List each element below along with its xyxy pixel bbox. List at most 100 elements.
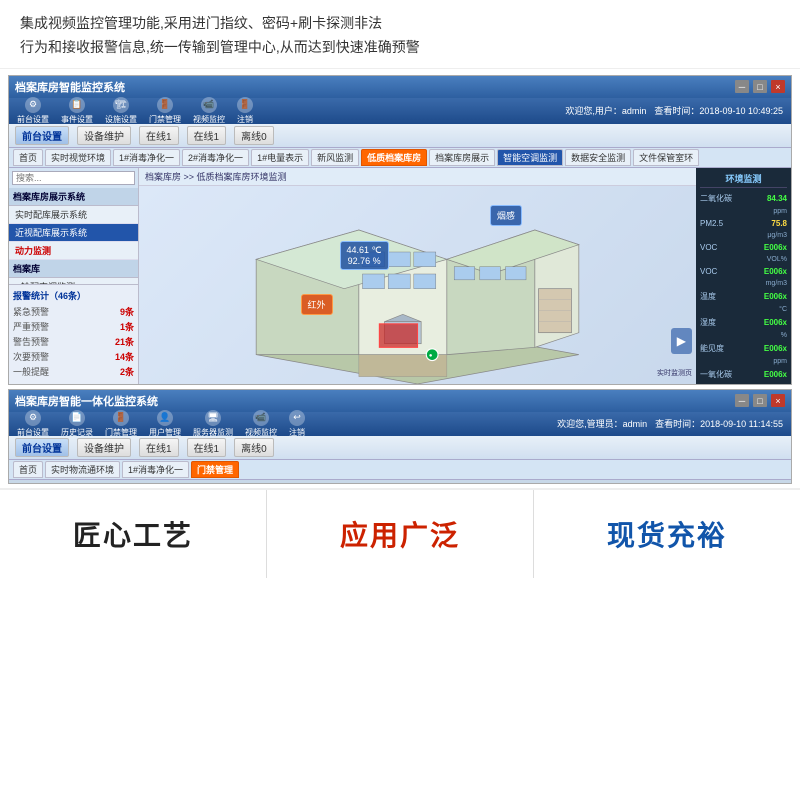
banner-text-1: 匠心工艺 (73, 514, 193, 554)
nav-ventilation[interactable]: 新风监测 (311, 149, 359, 166)
history-btn[interactable]: 📄 历史记录 (61, 410, 93, 438)
alarm-minor: 次要预警 14条 (13, 350, 134, 363)
env-panel-title: 环境监测 (700, 172, 787, 188)
logout-btn[interactable]: 🚪 注销 (237, 97, 253, 125)
banner-text-2: 应用广泛 (340, 514, 460, 554)
sidebar-item-realtime[interactable]: 实时配库展示系统 (9, 206, 138, 224)
window1-title: 档案库房智能监控系统 (15, 79, 125, 95)
software-window-1: 档案库房智能监控系统 ─ □ × ⚙ 前台设置 📋 事件设置 🏗 设施设置 🚪 … (8, 75, 792, 385)
nav-data-safe[interactable]: 数据安全监测 (565, 149, 631, 166)
env-co2: 二氧化碳 84.34 (700, 192, 787, 205)
facility-icon: 🏗 (113, 97, 129, 113)
env-pm25: PM2.5 75.8 (700, 218, 787, 229)
server-btn[interactable]: 🖥 服务器监测 (193, 410, 233, 438)
nav-archive-show[interactable]: 档案库房展示 (429, 149, 495, 166)
config-btn-2[interactable]: ⚙ 前台设置 (17, 410, 49, 438)
nav2-door[interactable]: 门禁管理 (191, 461, 239, 478)
close-btn[interactable]: × (771, 80, 785, 93)
win2-controls: ─ □ × (735, 394, 785, 407)
breadcrumb: 档案库房 >> 低质档案库房环境监测 (139, 168, 696, 186)
tab2-online1[interactable]: 在线1 (139, 438, 179, 457)
welcome-text: 欢迎您,用户：admin (565, 104, 646, 117)
tab-device[interactable]: 设备维护 (77, 126, 131, 145)
server-icon: 🖥 (205, 410, 221, 426)
tab2-offline[interactable]: 离线0 (234, 438, 274, 457)
env-humidity: 湿度 E006x (700, 316, 787, 329)
logout-icon: 🚪 (237, 97, 253, 113)
gear-icon: ⚙ (25, 97, 41, 113)
tab-online2[interactable]: 在线1 (187, 126, 227, 145)
nav2-disinfect[interactable]: 1#消毒净化一 (122, 461, 189, 478)
toolbar2-left: ⚙ 前台设置 📄 历史记录 🚪 门禁管理 👤 用户管理 🖥 服务器监测 📹 (17, 410, 305, 438)
welcome-text-2: 欢迎您,管理员：admin (557, 417, 647, 430)
banner-text-3: 现货充裕 (607, 514, 727, 554)
nav-archive-low[interactable]: 低质档案库房 (361, 149, 427, 166)
env-humidity-unit: % (700, 332, 787, 339)
user-btn[interactable]: 👤 用户管理 (149, 410, 181, 438)
top-toolbar-1: ⚙ 前台设置 📋 事件设置 🏗 设施设置 🚪 门禁管理 📹 视频监控 🚪 (9, 98, 791, 124)
env-voc2-unit: mg/m3 (700, 280, 787, 287)
next-page-btn[interactable]: ▶ (671, 328, 692, 354)
sensor-temp-humidity[interactable]: 44.61 ℃ 92.76 % (340, 241, 389, 270)
door-btn[interactable]: 🚪 门禁管理 (149, 97, 181, 125)
maximize-btn[interactable]: □ (753, 80, 767, 93)
nav-realtime[interactable]: 实时视觉环境 (45, 149, 111, 166)
tabs-toolbar: 前台设置 设备维护 在线1 在线1 离线0 (9, 124, 791, 148)
nav2-realtime[interactable]: 实时物流通环境 (45, 461, 120, 478)
nav-file-room[interactable]: 文件保管室环 (633, 149, 699, 166)
desc-line2: 行为和接收报警信息,统一传输到管理中心,从而达到快速准确预警 (20, 36, 780, 60)
history-icon: 📄 (69, 410, 85, 426)
alarm-severe: 严重预警 1条 (13, 320, 134, 333)
bottom-banner: 匠心工艺 应用广泛 现货充裕 (0, 488, 800, 578)
logout-icon-2: ↩ (289, 410, 305, 426)
building-3d-svg: ● (139, 186, 696, 384)
tab-offline[interactable]: 离线0 (234, 126, 274, 145)
window2-title: 档案库房智能一体化监控系统 (15, 393, 158, 409)
tab2-current[interactable]: 前台设置 (15, 438, 69, 457)
search-input[interactable] (12, 171, 135, 185)
env-monitor-panel: 环境监测 二氧化碳 84.34 ppm PM2.5 75.8 μg/m3 VOC… (696, 168, 791, 385)
sidebar-item-near[interactable]: 近视配库展示系统 (9, 224, 138, 242)
sidebar-search-box (9, 168, 138, 188)
minimize-btn[interactable]: ─ (735, 80, 749, 93)
tab-current[interactable]: 前台设置 (15, 126, 69, 145)
top-toolbar-2: ⚙ 前台设置 📄 历史记录 🚪 门禁管理 👤 用户管理 🖥 服务器监测 📹 (9, 412, 791, 436)
toolbar-left: ⚙ 前台设置 📋 事件设置 🏗 设施设置 🚪 门禁管理 📹 视频监控 🚪 (17, 97, 253, 125)
nav-disinfect2[interactable]: 2#消毒净化一 (182, 149, 249, 166)
logout-btn-2[interactable]: ↩ 注销 (289, 410, 305, 438)
banner-application: 应用广泛 (267, 490, 534, 578)
nav-tabs-row: 首页 实时视觉环境 1#消毒净化一 2#消毒净化一 1#电量表示 新风监测 低质… (9, 148, 791, 168)
video-btn[interactable]: 📹 视频监控 (193, 97, 225, 125)
tab2-online2[interactable]: 在线1 (187, 438, 227, 457)
sensor-infrared[interactable]: 红外 (301, 294, 333, 315)
env-temp: 温度 E006x (700, 290, 787, 303)
sidebar-item-power-monitor[interactable]: 动力监测 (9, 242, 138, 260)
env-visibility-unit: ppm (700, 358, 787, 365)
config-btn[interactable]: ⚙ 前台设置 (17, 97, 49, 125)
minimize-btn-2[interactable]: ─ (735, 394, 749, 407)
tab2-device[interactable]: 设备维护 (77, 438, 131, 457)
software-window-2: 档案库房智能一体化监控系统 ─ □ × ⚙ 前台设置 📄 历史记录 🚪 门禁管理… (8, 389, 792, 484)
nav2-home[interactable]: 首页 (13, 461, 43, 478)
video-icon-2: 📹 (253, 410, 269, 426)
desc-line1: 集成视频监控管理功能,采用进门指纹、密码+刷卡探测非法 (20, 12, 780, 36)
door-mgmt-btn[interactable]: 🚪 门禁管理 (105, 410, 137, 438)
svg-text:●: ● (429, 352, 433, 358)
sidebar-section-archive: 档案库 (9, 260, 138, 278)
nav-air-smart[interactable]: 智能空调监测 (497, 149, 563, 166)
alarm-title: 报警统计（46条） (13, 289, 134, 302)
nav-power[interactable]: 1#电量表示 (251, 149, 309, 166)
env-co-unit: ppm (700, 384, 787, 385)
event-btn[interactable]: 📋 事件设置 (61, 97, 93, 125)
top-description: 集成视频监控管理功能,采用进门指纹、密码+刷卡探测非法 行为和接收报警信息,统一… (0, 0, 800, 69)
alarm-notice: 一般提醒 2条 (13, 365, 134, 378)
facility-btn[interactable]: 🏗 设施设置 (105, 97, 137, 125)
env-visibility: 能见度 E006x (700, 342, 787, 355)
sensor-smoke[interactable]: 烟感 (490, 205, 522, 226)
video-btn-2[interactable]: 📹 视频监控 (245, 410, 277, 438)
tab-online1[interactable]: 在线1 (139, 126, 179, 145)
nav-home[interactable]: 首页 (13, 149, 43, 166)
nav-disinfect1[interactable]: 1#消毒净化一 (113, 149, 180, 166)
close-btn-2[interactable]: × (771, 394, 785, 407)
maximize-btn-2[interactable]: □ (753, 394, 767, 407)
